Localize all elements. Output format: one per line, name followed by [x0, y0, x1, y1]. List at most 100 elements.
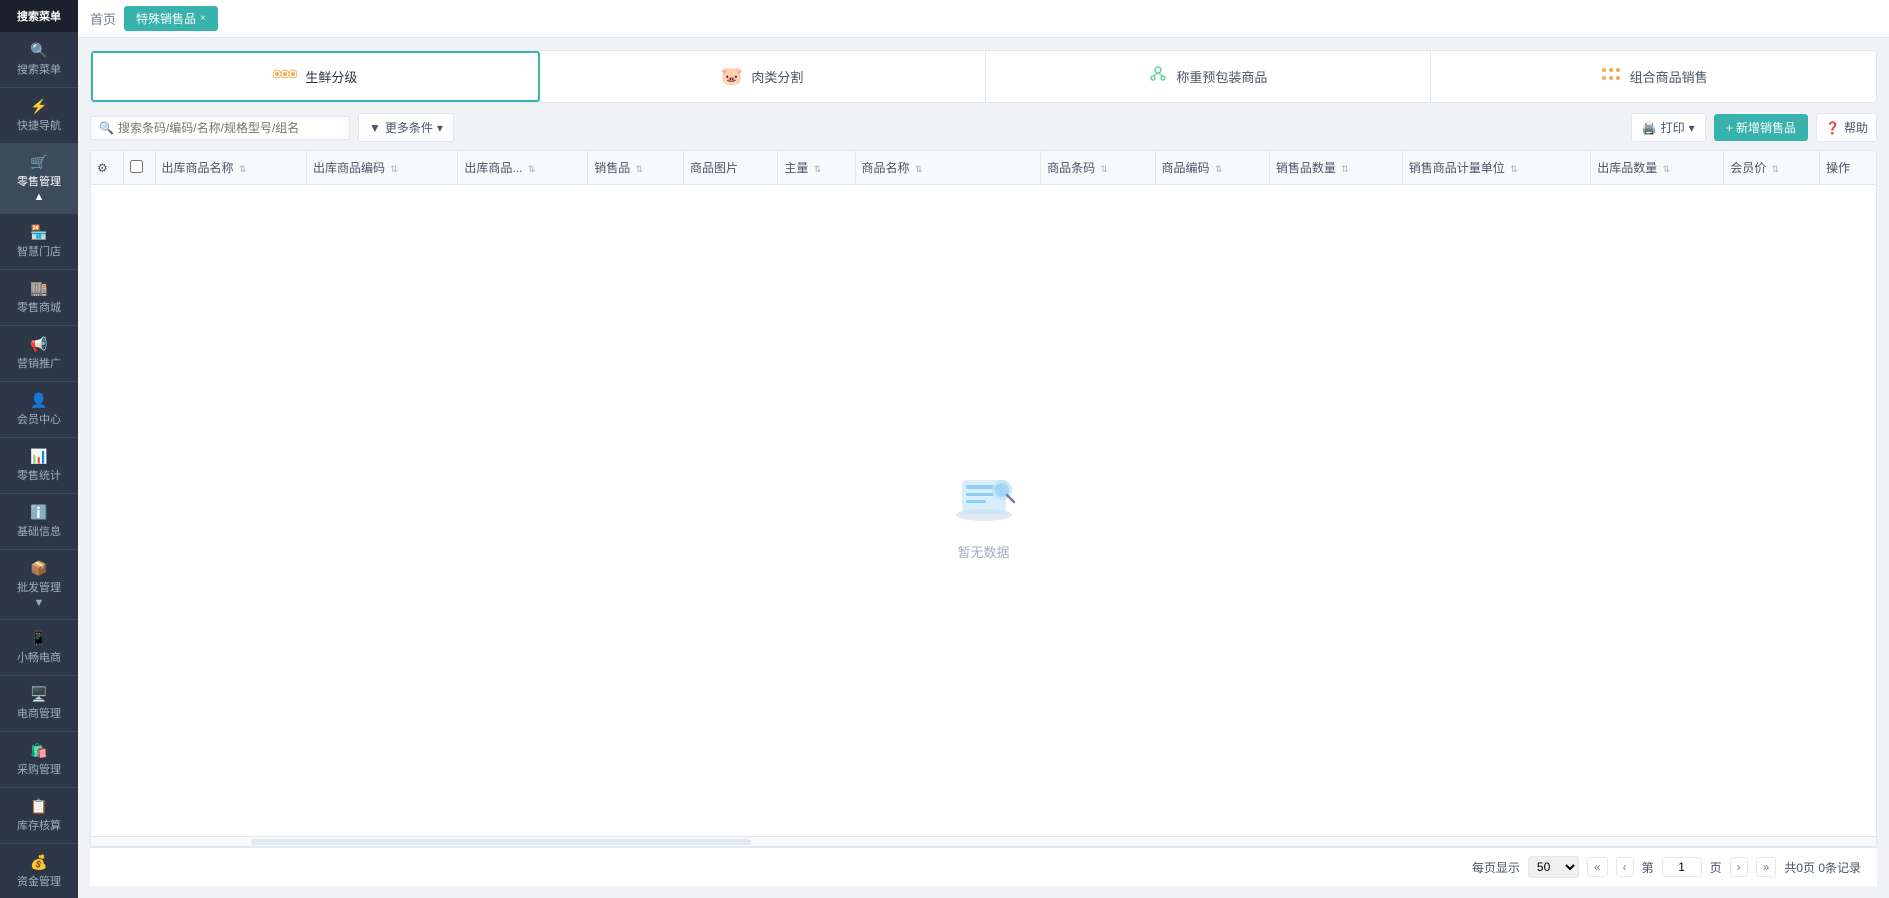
sort-icon[interactable]: ⇅ — [1101, 164, 1109, 174]
col-member-price: 会员价 ⇅ — [1724, 151, 1820, 185]
arrow-icon: ▲ — [34, 191, 45, 203]
sort-icon[interactable]: ⇅ — [528, 164, 536, 174]
first-page-button[interactable]: « — [1587, 857, 1608, 877]
inventory-icon: 📋 — [30, 798, 47, 815]
tab-weight-packed[interactable]: 称重预包装商品 — [986, 51, 1432, 102]
sidebar-item-label: 采购管理 — [17, 761, 61, 777]
col-product-name: 商品名称 ⇅ — [855, 151, 1041, 185]
sidebar-item-label: 基础信息 — [17, 523, 61, 539]
filter-button[interactable]: ▼ 更多条件 ▾ — [358, 113, 454, 142]
module-tabs: 生鲜分级 🐷 肉类分割 称重预包装商品 — [90, 50, 1877, 103]
sidebar-item-label: 智慧门店 — [17, 243, 61, 259]
settings-icon[interactable]: ⚙ — [97, 161, 108, 175]
search-menu-icon: 🔍 — [30, 42, 47, 59]
sidebar-item-wholesale-mgmt[interactable]: 📦 批发管理 ▼ — [0, 550, 78, 620]
sort-icon[interactable]: ⇅ — [239, 164, 247, 174]
weight-packed-icon — [1148, 65, 1168, 88]
sort-icon[interactable]: ⇅ — [1341, 164, 1349, 174]
meat-cut-icon: 🐷 — [721, 66, 743, 87]
sidebar-item-smart-store[interactable]: 🏪 智慧门店 — [0, 214, 78, 270]
scroll-track[interactable] — [251, 839, 751, 845]
prev-page-button[interactable]: ‹ — [1616, 857, 1634, 877]
filter-icon: ▼ — [369, 121, 381, 135]
sort-icon[interactable]: ⇅ — [390, 164, 398, 174]
help-button[interactable]: ❓ 帮助 — [1816, 113, 1877, 142]
wholesale-mgmt-icon: 📦 — [30, 560, 47, 577]
help-icon: ❓ — [1825, 121, 1840, 135]
ecom-mgmt-icon: 🖥️ — [30, 686, 47, 703]
retail-mall-icon: 🏬 — [30, 280, 47, 297]
sort-icon[interactable]: ⇅ — [814, 164, 822, 174]
tab-fresh-grade-label: 生鲜分级 — [305, 67, 357, 86]
quick-nav-icon: ⚡ — [30, 98, 47, 115]
col-out-product-name: 出库商品名称 ⇅ — [155, 151, 306, 185]
tab-combo-sales[interactable]: 组合商品销售 — [1431, 51, 1876, 102]
fresh-grade-icon — [273, 65, 297, 88]
sidebar-item-search-menu[interactable]: 🔍 搜索菜单 — [0, 32, 78, 88]
sort-icon[interactable]: ⇅ — [1215, 164, 1223, 174]
sidebar-item-basic-info[interactable]: ℹ️ 基础信息 — [0, 494, 78, 550]
sidebar-item-capital-mgmt[interactable]: 💰 资金管理 — [0, 844, 78, 898]
toolbar-left: 🔍 ▼ 更多条件 ▾ — [90, 113, 454, 142]
sidebar-item-label: 电商管理 — [17, 705, 61, 721]
last-page-button[interactable]: » — [1756, 857, 1777, 877]
page-input[interactable] — [1662, 857, 1702, 877]
search-box[interactable]: 🔍 — [90, 116, 350, 140]
sidebar-item-retail-stats[interactable]: 📊 零售统计 — [0, 438, 78, 494]
search-icon: 🔍 — [99, 121, 114, 135]
sort-icon[interactable]: ⇅ — [1510, 164, 1518, 174]
sidebar-item-label: 零售商城 — [17, 299, 61, 315]
sidebar-item-members[interactable]: 👤 会员中心 — [0, 382, 78, 438]
sort-icon[interactable]: ⇅ — [1663, 164, 1671, 174]
col-action: 操作 — [1819, 151, 1876, 185]
data-table: ⚙ 出库商品名称 ⇅ 出库商品编码 ⇅ — [90, 150, 1877, 847]
page-suffix: 页 — [1710, 859, 1722, 876]
arrow-down-icon: ▼ — [34, 597, 45, 609]
search-input[interactable] — [118, 121, 341, 135]
col-sales-unit: 销售商品计量单位 ⇅ — [1402, 151, 1591, 185]
next-page-button[interactable]: › — [1730, 857, 1748, 877]
sidebar-logo[interactable]: 搜索菜单 — [0, 0, 78, 32]
print-button[interactable]: 🖨️ 打印 ▾ — [1631, 113, 1706, 142]
col-product-code: 商品编码 ⇅ — [1155, 151, 1269, 185]
help-label: 帮助 — [1844, 119, 1868, 136]
col-weight: 主量 ⇅ — [778, 151, 855, 185]
add-button[interactable]: + 新增销售品 — [1714, 114, 1808, 141]
select-all-checkbox[interactable] — [130, 160, 143, 173]
sidebar-item-ecom-mgmt[interactable]: 🖥️ 电商管理 — [0, 676, 78, 732]
current-tab[interactable]: 特殊销售品 × — [124, 6, 218, 31]
print-label: 打印 — [1661, 119, 1685, 136]
filter-label: 更多条件 — [385, 119, 433, 136]
sidebar: 搜索菜单 🔍 搜索菜单 ⚡ 快捷导航 🛒 零售管理 ▲ 🏪 智慧门店 🏬 零售商… — [0, 0, 78, 898]
page-label: 第 — [1642, 859, 1654, 876]
sidebar-item-quick-nav[interactable]: ⚡ 快捷导航 — [0, 88, 78, 144]
retail-stats-icon: 📊 — [30, 448, 47, 465]
sidebar-item-inventory[interactable]: 📋 库存核算 — [0, 788, 78, 844]
sidebar-item-retail-mgmt[interactable]: 🛒 零售管理 ▲ — [0, 144, 78, 214]
members-icon: 👤 — [30, 392, 47, 409]
tab-label: 特殊销售品 — [136, 10, 196, 27]
checkbox-col-header[interactable] — [123, 151, 155, 185]
per-page-select[interactable]: 50 10 20 100 — [1528, 856, 1579, 878]
retail-mgmt-icon: 🛒 — [30, 154, 47, 171]
sidebar-item-retail-mall[interactable]: 🏬 零售商城 — [0, 270, 78, 326]
sidebar-item-purchase-mgmt[interactable]: 🛍️ 采购管理 — [0, 732, 78, 788]
sort-icon[interactable]: ⇅ — [636, 164, 644, 174]
sidebar-item-marketing[interactable]: 📢 营销推广 — [0, 326, 78, 382]
tab-meat-cut-label: 肉类分割 — [751, 67, 803, 86]
sidebar-item-label: 零售统计 — [17, 467, 61, 483]
sidebar-item-mini-ecom[interactable]: 📱 小畅电商 — [0, 620, 78, 676]
sort-icon[interactable]: ⇅ — [915, 164, 923, 174]
sidebar-item-label: 营销推广 — [17, 355, 61, 371]
sidebar-item-label: 会员中心 — [17, 411, 61, 427]
sidebar-item-label: 小畅电商 — [17, 649, 61, 665]
tab-fresh-grade[interactable]: 生鲜分级 — [91, 51, 540, 102]
horizontal-scrollbar[interactable] — [91, 836, 1876, 846]
home-link[interactable]: 首页 — [90, 9, 116, 28]
tab-meat-cut[interactable]: 🐷 肉类分割 — [540, 51, 986, 102]
sort-icon[interactable]: ⇅ — [1772, 164, 1780, 174]
settings-col-header[interactable]: ⚙ — [91, 151, 123, 185]
col-barcode: 商品条码 ⇅ — [1041, 151, 1155, 185]
basic-info-icon: ℹ️ — [30, 504, 47, 521]
tab-close-icon[interactable]: × — [200, 13, 206, 24]
